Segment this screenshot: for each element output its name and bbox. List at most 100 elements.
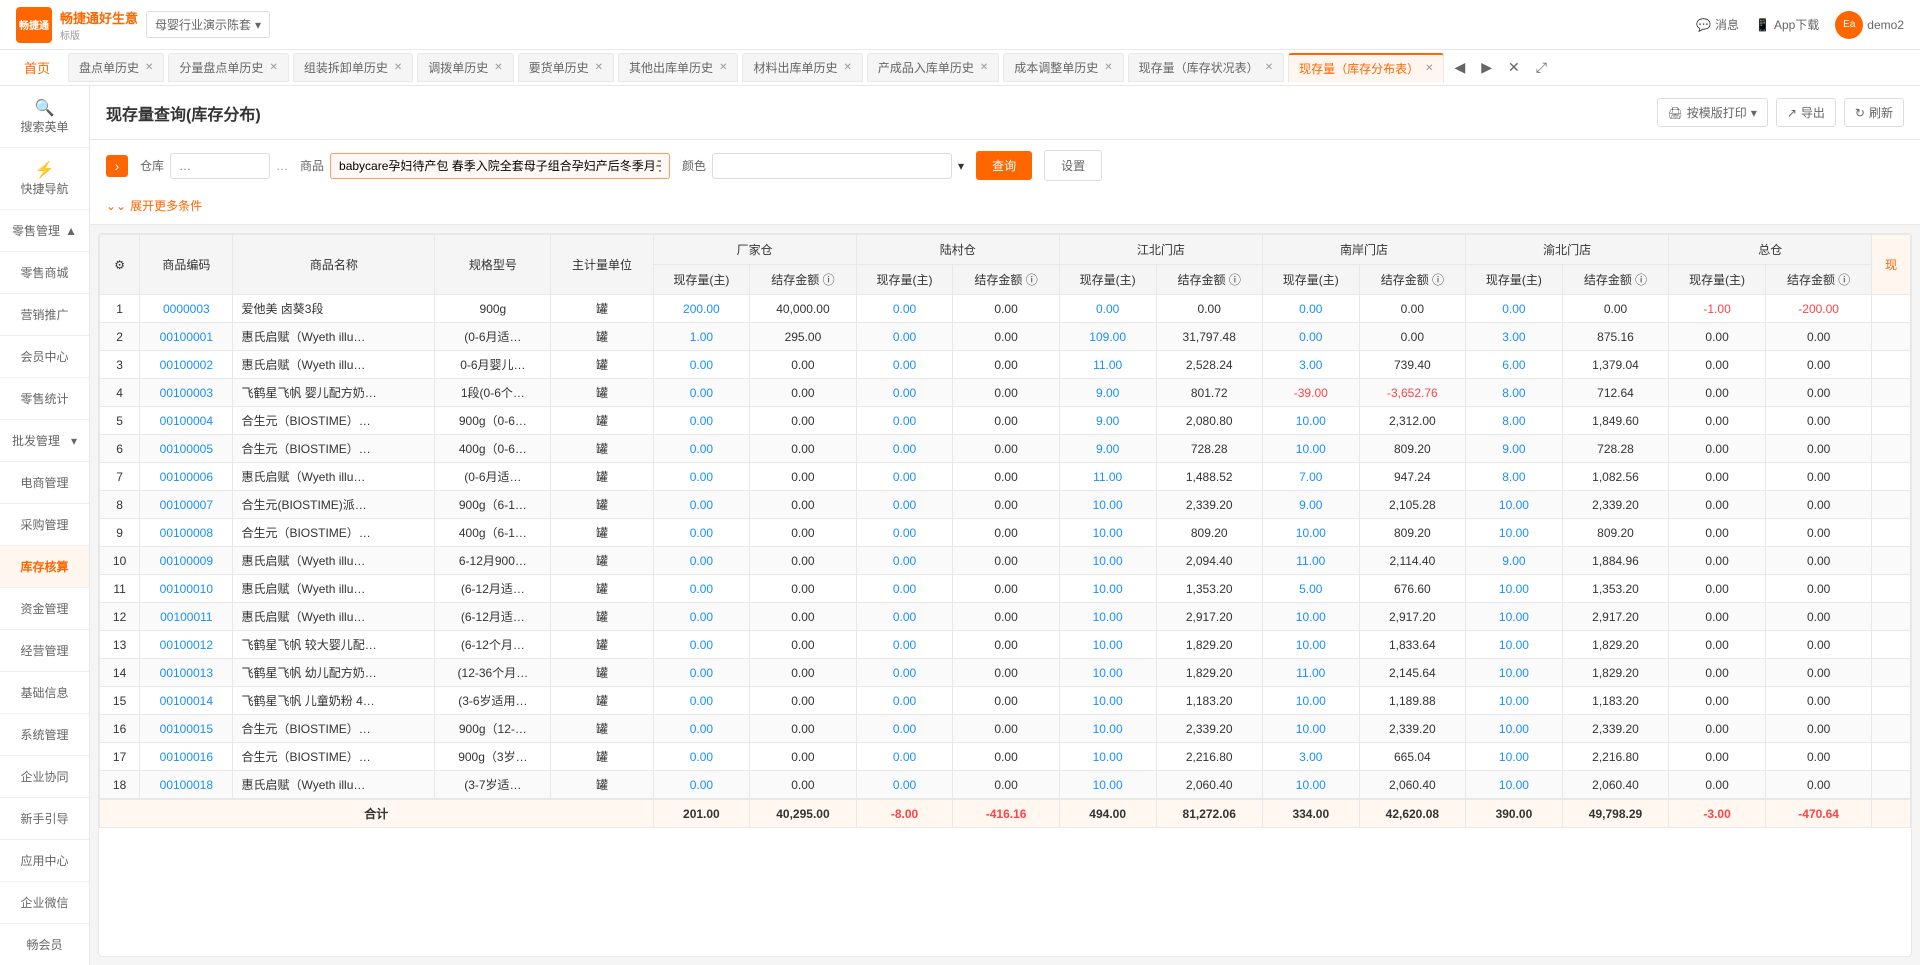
print-btn[interactable]: 🖨 按模版打印 ▾ [1657, 98, 1768, 127]
tab-xiancun-status[interactable]: 现存量（库存状况表） ✕ [1128, 53, 1284, 82]
tab-nav-right[interactable]: ▶ [1473, 55, 1500, 80]
color-field: 颜色 ▾ [682, 153, 964, 179]
footer-row: 合计 201.00 40,295.00 -8.00 -416.16 494.00… [100, 799, 1911, 828]
tab-xiancun-dist[interactable]: 现存量（库存分布表） ✕ [1288, 53, 1444, 83]
logo-sub: 标版 [60, 27, 138, 42]
cell-lc-amt: 0.00 [953, 575, 1059, 603]
cell-name: 合生元（BIOSTIME）… [233, 743, 435, 771]
tab-close-7[interactable]: ✕ [980, 62, 988, 73]
goods-field: 商品 [300, 153, 670, 179]
expand-sidebar-btn[interactable]: › [106, 155, 128, 177]
cell-total-qty: 0.00 [1669, 351, 1766, 379]
sidebar-item-wholesale[interactable]: 批发管理 ▾ [0, 420, 89, 462]
settings-btn[interactable]: 设置 [1044, 150, 1102, 181]
tab-close-10[interactable]: ✕ [1425, 63, 1433, 74]
cell-jb-amt: 1,488.52 [1156, 463, 1262, 491]
industry-dropdown[interactable]: 母婴行业演示陈套 ▾ [146, 11, 270, 38]
sidebar-item-inventory[interactable]: 库存核算 [0, 546, 89, 588]
cell-yb-qty: 6.00 [1466, 351, 1563, 379]
sidebar-item-retail-stats[interactable]: 零售统计 [0, 378, 89, 420]
cell-yb-amt: 2,216.80 [1562, 743, 1668, 771]
sidebar-item-ecommerce[interactable]: 电商管理 [0, 462, 89, 504]
cell-na-qty: 9.00 [1262, 491, 1359, 519]
sidebar-item-wechat[interactable]: 企业微信 [0, 882, 89, 924]
sidebar-item-system[interactable]: 系统管理 [0, 714, 89, 756]
cell-factory-amt: 0.00 [750, 575, 856, 603]
cell-jb-amt: 2,339.20 [1156, 715, 1262, 743]
footer-total-amt: -470.64 [1765, 799, 1871, 828]
tab-pandian[interactable]: 盘点单历史 ✕ [68, 53, 164, 82]
tab-chengben[interactable]: 成本调整单历史 ✕ [1003, 53, 1123, 82]
tab-close-3[interactable]: ✕ [494, 62, 502, 73]
cell-cur [1872, 323, 1911, 351]
color-input[interactable] [712, 153, 952, 179]
sidebar-item-marketing[interactable]: 营销推广 [0, 294, 89, 336]
query-btn[interactable]: 查询 [976, 151, 1032, 180]
cell-spec: (3-7岁适… [435, 771, 551, 800]
tab-diaobuo[interactable]: 调拨单历史 ✕ [417, 53, 513, 82]
sidebar-item-nav[interactable]: ⚡ 快捷导航 [0, 148, 89, 210]
tab-cailiao[interactable]: 材料出库单历史 ✕ [742, 53, 862, 82]
goods-input[interactable] [330, 153, 670, 179]
sidebar-item-member2[interactable]: 畅会员 [0, 924, 89, 965]
cell-cur [1872, 659, 1911, 687]
cell-name: 飞鹤星飞帆 幼儿配方奶… [233, 659, 435, 687]
user-avatar[interactable]: Ea demo2 [1835, 11, 1904, 39]
cell-name: 飞鹤星飞帆 婴儿配方奶… [233, 379, 435, 407]
expand-more-btn[interactable]: ⌄⌄ 展开更多条件 [106, 197, 202, 214]
sidebar-item-finance[interactable]: 资金管理 [0, 588, 89, 630]
sidebar-item-purchase[interactable]: 采购管理 [0, 504, 89, 546]
tab-close-2[interactable]: ✕ [394, 62, 402, 73]
tab-close-9[interactable]: ✕ [1265, 62, 1273, 73]
tab-close-4[interactable]: ✕ [595, 62, 603, 73]
tab-close-5[interactable]: ✕ [719, 62, 727, 73]
col-header-lc: 陆村仓 [856, 235, 1059, 265]
cell-spec: 6-12月900… [435, 547, 551, 575]
tab-yaohuo[interactable]: 要货单历史 ✕ [518, 53, 614, 82]
sidebar-item-operations[interactable]: 经营管理 [0, 630, 89, 672]
col-header-gear[interactable]: ⚙ [100, 235, 140, 295]
tab-chengpin[interactable]: 产成品入库单历史 ✕ [867, 53, 999, 82]
cell-lc-qty: 0.00 [856, 491, 953, 519]
refresh-btn[interactable]: ↻ 刷新 [1844, 98, 1904, 127]
sidebar-item-guide[interactable]: 新手引导 [0, 798, 89, 840]
tab-close-all[interactable]: ✕ [1500, 55, 1528, 80]
sidebar-item-mall[interactable]: 零售商城 [0, 252, 89, 294]
messages-btn[interactable]: 💬 消息 [1696, 16, 1739, 33]
cell-total-qty: 0.00 [1669, 603, 1766, 631]
tab-close-1[interactable]: ✕ [269, 62, 277, 73]
cell-code: 00100012 [140, 631, 233, 659]
tab-close-0[interactable]: ✕ [145, 62, 153, 73]
cell-code: 00100003 [140, 379, 233, 407]
sidebar-item-member[interactable]: 会员中心 [0, 336, 89, 378]
cell-total-qty: 0.00 [1669, 771, 1766, 800]
cell-code: 00100001 [140, 323, 233, 351]
tab-close-6[interactable]: ✕ [843, 62, 851, 73]
cell-total-amt: 0.00 [1765, 743, 1871, 771]
warehouse-input[interactable] [170, 153, 270, 179]
cell-na-amt: 947.24 [1359, 463, 1465, 491]
cell-code: 00100016 [140, 743, 233, 771]
app-download-btn[interactable]: 📱 App下载 [1755, 16, 1819, 33]
cell-jb-amt: 809.20 [1156, 519, 1262, 547]
cell-yb-qty: 8.00 [1466, 463, 1563, 491]
tab-fenpan[interactable]: 分量盘点单历史 ✕ [168, 53, 288, 82]
sidebar-item-basic[interactable]: 基础信息 [0, 672, 89, 714]
tab-expand[interactable]: ⤢ [1528, 55, 1555, 80]
sidebar-item-collab[interactable]: 企业协同 [0, 756, 89, 798]
tab-nav-left[interactable]: ◀ [1446, 55, 1473, 80]
table-row: 7 00100006 惠氏启赋（Wyeth illu… (0-6月适… 罐 0.… [100, 463, 1911, 491]
tab-close-8[interactable]: ✕ [1104, 62, 1112, 73]
tab-zuzhuang[interactable]: 组装拆卸单历史 ✕ [293, 53, 413, 82]
sidebar-item-retail[interactable]: 零售管理 ▲ [0, 210, 89, 252]
export-btn[interactable]: ↗ 导出 [1776, 98, 1836, 127]
cell-yb-qty: 10.00 [1466, 603, 1563, 631]
sidebar-item-apps[interactable]: 应用中心 [0, 840, 89, 882]
cell-na-qty: 0.00 [1262, 323, 1359, 351]
chevron-up-icon: ▲ [65, 224, 77, 238]
cell-factory-amt: 0.00 [750, 547, 856, 575]
tab-home[interactable]: 首页 [8, 50, 66, 85]
sidebar-item-search[interactable]: 🔍 搜索英单 [0, 86, 89, 148]
tab-qitachuku[interactable]: 其他出库单历史 ✕ [618, 53, 738, 82]
cell-na-qty: 11.00 [1262, 547, 1359, 575]
